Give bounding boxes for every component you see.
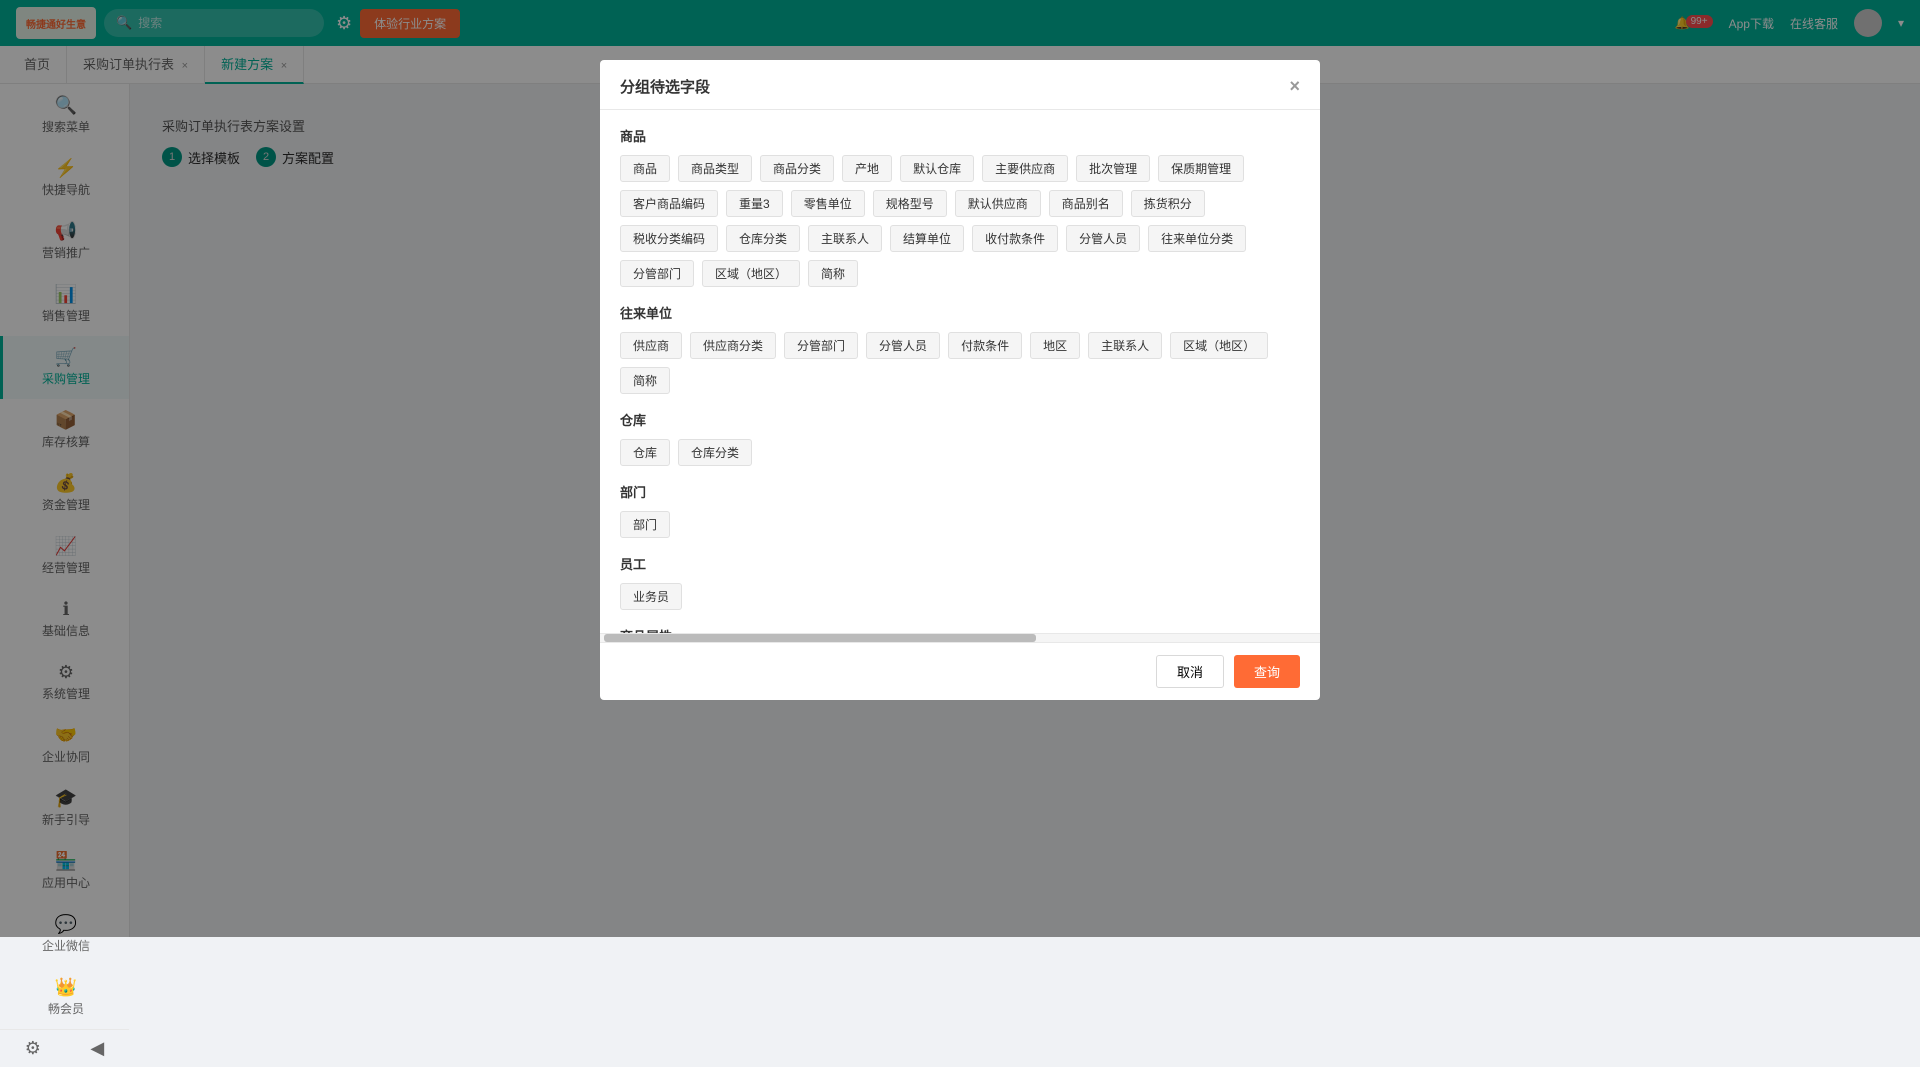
field-section-商品: 商品商品商品类型商品分类产地默认仓库主要供应商批次管理保质期管理客户商品编码重量… [620, 126, 1300, 287]
field-tag[interactable]: 分管人员 [866, 332, 940, 359]
modal-footer: 取消 查询 [600, 642, 1320, 700]
field-tag[interactable]: 税收分类编码 [620, 225, 718, 252]
field-tag[interactable]: 供应商 [620, 332, 682, 359]
field-tag[interactable]: 收付款条件 [972, 225, 1058, 252]
section-title-部门: 部门 [620, 482, 1300, 501]
field-tag[interactable]: 保质期管理 [1158, 155, 1244, 182]
field-tag[interactable]: 批次管理 [1076, 155, 1150, 182]
field-tag[interactable]: 商品 [620, 155, 670, 182]
section-title-商品: 商品 [620, 126, 1300, 145]
sidebar-settings-icon[interactable]: ⚙ [25, 1038, 41, 1059]
section-title-往来单位: 往来单位 [620, 303, 1300, 322]
section-title-员工: 员工 [620, 554, 1300, 573]
field-tag[interactable]: 付款条件 [948, 332, 1022, 359]
field-tag[interactable]: 仓库 [620, 439, 670, 466]
field-tag[interactable]: 商品分类 [760, 155, 834, 182]
field-tag[interactable]: 重量3 [726, 190, 783, 217]
field-tags-员工: 业务员 [620, 583, 1300, 610]
field-tag[interactable]: 分管部门 [784, 332, 858, 359]
field-tag[interactable]: 零售单位 [791, 190, 865, 217]
field-tag[interactable]: 部门 [620, 511, 670, 538]
field-tag[interactable]: 规格型号 [873, 190, 947, 217]
sidebar-collapse-icon[interactable]: ◀ [90, 1038, 104, 1059]
field-tag[interactable]: 商品别名 [1049, 190, 1123, 217]
field-tag[interactable]: 供应商分类 [690, 332, 776, 359]
field-tag[interactable]: 地区 [1030, 332, 1080, 359]
field-tag[interactable]: 主联系人 [1088, 332, 1162, 359]
field-tags-仓库: 仓库仓库分类 [620, 439, 1300, 466]
field-section-往来单位: 往来单位供应商供应商分类分管部门分管人员付款条件地区主联系人区域（地区） 简称 [620, 303, 1300, 394]
modal-close-button[interactable]: × [1289, 76, 1300, 97]
field-section-仓库: 仓库仓库仓库分类 [620, 410, 1300, 466]
field-tag[interactable]: 主联系人 [808, 225, 882, 252]
field-tag[interactable]: 简称 [620, 367, 670, 394]
section-title-商品属性: 商品属性 [620, 626, 1300, 633]
sidebar-bottom: ⚙ ◀ [0, 1029, 129, 1067]
field-tag[interactable]: 默认供应商 [955, 190, 1041, 217]
field-tag[interactable]: 区域（地区） [1170, 332, 1268, 359]
field-tag[interactable]: 仓库分类 [726, 225, 800, 252]
confirm-button[interactable]: 查询 [1234, 655, 1300, 688]
field-tag[interactable]: 商品类型 [678, 155, 752, 182]
modal-body: 商品商品商品类型商品分类产地默认仓库主要供应商批次管理保质期管理客户商品编码重量… [600, 110, 1320, 633]
field-tags-商品: 商品商品类型商品分类产地默认仓库主要供应商批次管理保质期管理客户商品编码重量3 零… [620, 155, 1300, 287]
field-tags-部门: 部门 [620, 511, 1300, 538]
field-tag[interactable]: 拣货积分 [1131, 190, 1205, 217]
modal-horizontal-scrollbar[interactable] [600, 633, 1320, 642]
field-tags-往来单位: 供应商供应商分类分管部门分管人员付款条件地区主联系人区域（地区） 简称 [620, 332, 1300, 394]
field-tag[interactable]: 仓库分类 [678, 439, 752, 466]
modal-header: 分组待选字段 × [600, 60, 1320, 110]
sidebar-item-membership[interactable]: 👑 畅会员 [0, 966, 129, 1029]
field-tag[interactable]: 分管部门 [620, 260, 694, 287]
field-tag[interactable]: 简称 [808, 260, 858, 287]
field-tag[interactable]: 分管人员 [1066, 225, 1140, 252]
field-tag[interactable]: 默认仓库 [900, 155, 974, 182]
section-title-仓库: 仓库 [620, 410, 1300, 429]
field-section-员工: 员工业务员 [620, 554, 1300, 610]
cancel-button[interactable]: 取消 [1156, 655, 1224, 688]
field-section-商品属性: 商品属性属性颜色多规格尺码鞋码1 [620, 626, 1300, 633]
modal-overlay[interactable]: 分组待选字段 × 商品商品商品类型商品分类产地默认仓库主要供应商批次管理保质期管… [0, 0, 1920, 937]
field-section-部门: 部门部门 [620, 482, 1300, 538]
modal-title: 分组待选字段 [620, 76, 710, 97]
field-tag[interactable]: 区域（地区） [702, 260, 800, 287]
field-tag[interactable]: 客户商品编码 [620, 190, 718, 217]
field-tag[interactable]: 往来单位分类 [1148, 225, 1246, 252]
field-tag[interactable]: 业务员 [620, 583, 682, 610]
field-tag[interactable]: 结算单位 [890, 225, 964, 252]
field-tag[interactable]: 主要供应商 [982, 155, 1068, 182]
modal-dialog: 分组待选字段 × 商品商品商品类型商品分类产地默认仓库主要供应商批次管理保质期管… [600, 60, 1320, 700]
field-tag[interactable]: 产地 [842, 155, 892, 182]
membership-icon: 👑 [55, 978, 77, 996]
